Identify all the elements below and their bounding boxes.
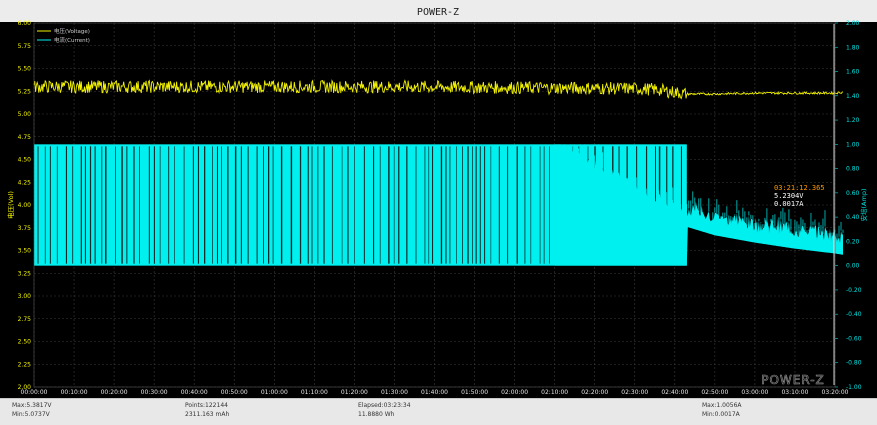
y-tick-label-right: 0.20 — [846, 238, 860, 245]
x-tick-label: 00:50:00 — [221, 389, 248, 396]
y-tick-label-left: 5.00 — [18, 111, 32, 118]
x-tick-label: 03:10:00 — [781, 389, 808, 396]
y-tick-label-right: 0.00 — [846, 263, 860, 270]
y-tick-label-left: 5.75 — [18, 43, 32, 50]
y-axis-label-left: 电压(Vol) — [6, 191, 15, 219]
window-title: POWER-Z — [417, 7, 459, 18]
y-tick-label-left: 5.25 — [18, 88, 32, 95]
y-tick-label-left: 3.75 — [18, 225, 32, 232]
x-tick-label: 02:00:00 — [501, 389, 528, 396]
y-tick-label-left: 4.25 — [18, 179, 32, 186]
y-tick-label-left: 4.50 — [18, 157, 32, 164]
x-tick-label: 00:10:00 — [61, 389, 88, 396]
x-tick-label: 02:10:00 — [541, 389, 568, 396]
x-tick-label: 00:30:00 — [141, 389, 168, 396]
y-tick-label-right: 1.20 — [846, 117, 860, 124]
y-tick-label-right: 1.60 — [846, 69, 860, 76]
cursor-voltage: 5.2304V — [774, 192, 804, 200]
y-tick-label-left: 2.75 — [18, 316, 32, 323]
y-tick-label-right: 0.80 — [846, 166, 860, 173]
y-tick-label-left: 6.00 — [18, 20, 32, 27]
cursor-current: 0.0017A — [774, 200, 804, 208]
y-tick-label-right: 0.60 — [846, 190, 860, 197]
y-tick-label-left: 2.25 — [18, 361, 32, 368]
legend-voltage: 电压(Voltage) — [54, 27, 90, 35]
footer-stats: Max:5.3817V Min:5.0737V Points:122144 23… — [0, 398, 877, 425]
y-axis-label-right: 安培(Amp) — [859, 189, 868, 222]
capacity-mah: 2311.163 mAh — [185, 411, 230, 418]
y-tick-label-right: -0.80 — [846, 360, 862, 367]
x-tick-label: 03:00:00 — [741, 389, 768, 396]
max-current: Max:1.0056A — [702, 402, 742, 409]
x-tick-label: 02:50:00 — [701, 389, 728, 396]
y-tick-label-right: 1.40 — [846, 93, 860, 100]
legend-current: 电流(Current) — [54, 36, 90, 44]
x-tick-label: 01:50:00 — [461, 389, 488, 396]
y-tick-label-left: 3.00 — [18, 293, 32, 300]
y-tick-label-left: 3.25 — [18, 270, 32, 277]
watermark: POWER-Z — [761, 373, 825, 387]
x-tick-label: 01:00:00 — [261, 389, 288, 396]
y-tick-label-left: 3.50 — [18, 248, 32, 255]
x-tick-label: 03:20:00 — [822, 389, 849, 396]
x-tick-label: 01:10:00 — [301, 389, 328, 396]
chart: POWER-Z 00:00:00 00:10:00 00:20:00 00:30:00… — [0, 0, 877, 398]
y-tick-label-right: -1.00 — [846, 384, 862, 391]
y-tick-label-right: 1.80 — [846, 44, 860, 51]
y-tick-label-left: 5.50 — [18, 66, 32, 73]
max-voltage: Max:5.3817V — [12, 402, 52, 409]
y-tick-label-right: -0.60 — [846, 335, 862, 342]
points-count: Points:122144 — [185, 402, 228, 409]
x-tick-label: 01:40:00 — [421, 389, 448, 396]
x-tick-label: 00:40:00 — [181, 389, 208, 396]
min-current: Min:0.0017A — [702, 411, 740, 418]
y-tick-label-left: 2.00 — [18, 384, 32, 391]
y-tick-label-right: -0.40 — [846, 311, 862, 318]
y-tick-label-right: -0.20 — [846, 287, 862, 294]
energy-wh: 11.8880 Wh — [358, 411, 395, 418]
x-tick-label: 02:30:00 — [621, 389, 648, 396]
y-tick-label-left: 4.75 — [18, 134, 32, 141]
y-tick-label-left: 2.50 — [18, 339, 32, 346]
cursor-time: 03:21:12.365 — [774, 184, 825, 192]
power-z-window: POWER-Z 00:00:00 00:10:00 00:20:00 00:30:00… — [0, 0, 877, 425]
x-tick-label: 02:40:00 — [661, 389, 688, 396]
x-tick-label: 00:20:00 — [101, 389, 128, 396]
x-tick-label: 02:20:00 — [581, 389, 608, 396]
x-tick-label: 01:20:00 — [341, 389, 368, 396]
y-tick-label-right: 2.00 — [846, 20, 860, 27]
y-tick-label-right: 1.00 — [846, 141, 860, 148]
y-tick-label-right: 0.40 — [846, 214, 860, 221]
y-tick-label-left: 4.00 — [18, 202, 32, 209]
elapsed-time: Elapsed:03:23:34 — [358, 402, 411, 409]
x-tick-label: 01:30:00 — [381, 389, 408, 396]
min-voltage: Min:5.0737V — [12, 411, 50, 418]
